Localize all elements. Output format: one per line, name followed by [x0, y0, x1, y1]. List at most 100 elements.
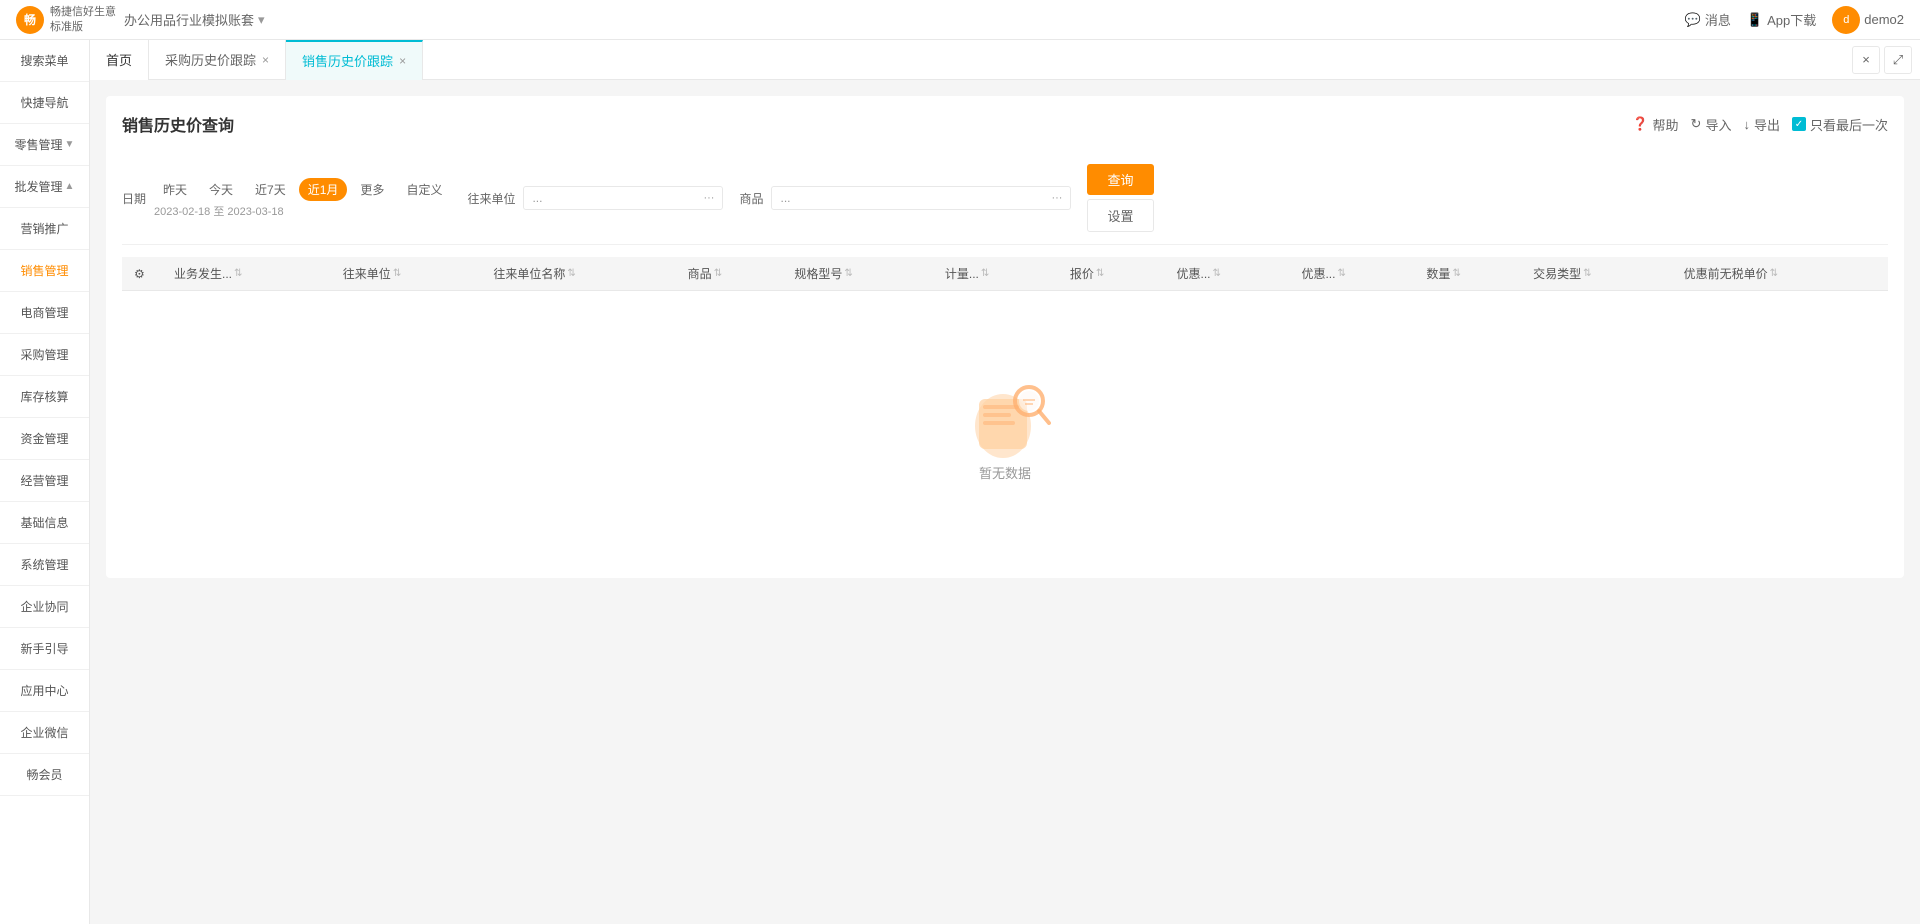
sidebar-item-basic-info[interactable]: 基础信息: [0, 502, 89, 544]
partner-more-icon[interactable]: ···: [703, 192, 714, 204]
sidebar-item-retail-mgmt[interactable]: 零售管理 ▼: [0, 124, 89, 166]
app-download-button[interactable]: 📱 App下载: [1747, 10, 1816, 29]
import-button[interactable]: ↻ 导入: [1691, 115, 1732, 134]
col-settings[interactable]: ⚙: [122, 257, 162, 291]
tab-purchase-history[interactable]: 采购历史价跟踪 ×: [149, 40, 286, 80]
tab-bar-actions: × ⤢: [1852, 46, 1920, 74]
date-shortcuts-row: 昨天 今天 近7天 近1月 更多 自定义: [154, 178, 451, 201]
col-partner-name[interactable]: 往来单位名称 ⇅: [481, 257, 675, 291]
page-title: 销售历史价查询: [122, 112, 234, 136]
sidebar-item-app-center[interactable]: 应用中心: [0, 670, 89, 712]
sidebar-item-marketing[interactable]: 营销推广: [0, 208, 89, 250]
col-partner-code[interactable]: 往来单位 ⇅: [331, 257, 482, 291]
main-layout: 搜索菜单 快捷导航 零售管理 ▼ 批发管理 ▲ 营销推广 销售管理 电商管理 采…: [0, 40, 1920, 924]
tab-close-all-button[interactable]: ×: [1852, 46, 1880, 74]
col-pretax-price[interactable]: 优惠前无税单价 ⇅: [1672, 257, 1888, 291]
settings-button[interactable]: 设置: [1087, 199, 1153, 232]
mobile-icon: 📱: [1747, 12, 1763, 28]
message-icon: 💬: [1685, 12, 1701, 28]
page-content: 销售历史价查询 ❓ 帮助 ↻ 导入 ↓ 导出: [90, 80, 1920, 924]
tab-home[interactable]: 首页: [90, 40, 149, 80]
col-spec[interactable]: 规格型号 ⇅: [782, 257, 933, 291]
top-bar: 畅 畅捷信好生意 标准版 办公用品行业模拟账套 ▾ 💬 消息 📱 App下载 d…: [0, 0, 1920, 40]
logo-area: 畅 畅捷信好生意 标准版: [16, 5, 116, 34]
goods-label: 商品: [739, 190, 763, 207]
avatar: d: [1832, 6, 1860, 34]
sidebar-item-search-menu[interactable]: 搜索菜单: [0, 40, 89, 82]
empty-text: 暂无数据: [979, 463, 1031, 482]
sort-icon-discount2: ⇅: [1337, 268, 1345, 279]
page-card: 销售历史价查询 ❓ 帮助 ↻ 导入 ↓ 导出: [106, 96, 1904, 578]
sidebar-item-ecommerce[interactable]: 电商管理: [0, 292, 89, 334]
empty-svg: [965, 371, 1055, 461]
sidebar-item-wholesale-mgmt[interactable]: 批发管理 ▲: [0, 166, 89, 208]
sidebar-item-system[interactable]: 系统管理: [0, 544, 89, 586]
sort-icon-partner-code: ⇅: [393, 268, 401, 279]
partner-label: 往来单位: [467, 190, 515, 207]
top-bar-left: 畅 畅捷信好生意 标准版 办公用品行业模拟账套 ▾: [16, 5, 265, 34]
partner-input[interactable]: ... ···: [523, 186, 723, 210]
goods-more-icon[interactable]: ···: [1051, 192, 1062, 204]
sidebar-item-operations[interactable]: 经营管理: [0, 460, 89, 502]
col-unit[interactable]: 计量... ⇅: [933, 257, 1058, 291]
sort-icon-unit: ⇅: [981, 268, 989, 279]
date-range-display: 2023-02-18 至 2023-03-18: [154, 203, 451, 219]
export-icon: ↓: [1743, 117, 1750, 132]
top-bar-right: 💬 消息 📱 App下载 d demo2: [1685, 6, 1904, 34]
col-trade-type[interactable]: 交易类型 ⇅: [1521, 257, 1672, 291]
date-btn-yesterday[interactable]: 昨天: [154, 178, 196, 201]
col-discount1[interactable]: 优惠... ⇅: [1165, 257, 1290, 291]
help-button[interactable]: ❓ 帮助: [1632, 115, 1678, 134]
tab-bar: 首页 采购历史价跟踪 × 销售历史价跟踪 × × ⤢: [90, 40, 1920, 80]
empty-illustration: [965, 371, 1045, 451]
tab-maximize-button[interactable]: ⤢: [1884, 46, 1912, 74]
sort-icon-pretax-price: ⇅: [1770, 268, 1778, 279]
partner-filter: 往来单位 ... ···: [467, 186, 723, 210]
page-header: 销售历史价查询 ❓ 帮助 ↻ 导入 ↓ 导出: [122, 112, 1888, 136]
sort-icon-biz-date: ⇅: [234, 268, 242, 279]
sidebar-item-guide[interactable]: 新手引导: [0, 628, 89, 670]
date-btn-7days[interactable]: 近7天: [246, 178, 295, 201]
breadcrumb: 办公用品行业模拟账套 ▾: [124, 10, 265, 29]
col-goods[interactable]: 商品 ⇅: [676, 257, 783, 291]
user-area[interactable]: d demo2: [1832, 6, 1904, 34]
sidebar-item-purchase-mgmt[interactable]: 采购管理: [0, 334, 89, 376]
sort-icon-partner-name: ⇅: [567, 268, 575, 279]
date-btn-more[interactable]: 更多: [351, 178, 393, 201]
chevron-down-icon: ▼: [65, 139, 75, 150]
page-header-actions: ❓ 帮助 ↻ 导入 ↓ 导出 只看最后一次: [1632, 115, 1888, 134]
logo-text: 畅捷信好生意 标准版: [50, 5, 116, 34]
date-btn-custom[interactable]: 自定义: [397, 178, 451, 201]
export-button[interactable]: ↓ 导出: [1743, 115, 1780, 134]
sidebar: 搜索菜单 快捷导航 零售管理 ▼ 批发管理 ▲ 营销推广 销售管理 电商管理 采…: [0, 40, 90, 924]
tab-close-sales-icon[interactable]: ×: [399, 54, 406, 68]
sidebar-item-quick-nav[interactable]: 快捷导航: [0, 82, 89, 124]
sidebar-item-member[interactable]: 畅会员: [0, 754, 89, 796]
sidebar-item-corp-wechat[interactable]: 企业微信: [0, 712, 89, 754]
date-btn-today[interactable]: 今天: [200, 178, 242, 201]
sort-icon-discount1: ⇅: [1213, 268, 1221, 279]
col-discount2[interactable]: 优惠... ⇅: [1289, 257, 1414, 291]
date-btn-1month[interactable]: 近1月: [299, 178, 348, 201]
chevron-up-icon: ▲: [65, 181, 75, 192]
sidebar-item-finance[interactable]: 资金管理: [0, 418, 89, 460]
sidebar-item-sales-mgmt[interactable]: 销售管理: [0, 250, 89, 292]
tab-close-purchase-icon[interactable]: ×: [262, 53, 269, 67]
date-shortcuts-container: 昨天 今天 近7天 近1月 更多 自定义 2023-02-18 至 2023-0…: [154, 178, 451, 219]
sidebar-item-inventory[interactable]: 库存核算: [0, 376, 89, 418]
sidebar-item-enterprise[interactable]: 企业协同: [0, 586, 89, 628]
date-label: 日期: [122, 190, 146, 207]
goods-input[interactable]: ... ···: [771, 186, 1071, 210]
table-settings-icon[interactable]: ⚙: [134, 267, 145, 281]
col-quantity[interactable]: 数量 ⇅: [1414, 257, 1521, 291]
sort-icon-quantity: ⇅: [1452, 268, 1460, 279]
col-biz-date[interactable]: 业务发生... ⇅: [162, 257, 331, 291]
only-last-toggle[interactable]: 只看最后一次: [1792, 115, 1888, 134]
tab-sales-history[interactable]: 销售历史价跟踪 ×: [286, 40, 423, 80]
table-container: ⚙ 业务发生... ⇅ 往来单: [122, 257, 1888, 562]
data-table: ⚙ 业务发生... ⇅ 往来单: [122, 257, 1888, 291]
col-price[interactable]: 报价 ⇅: [1058, 257, 1165, 291]
content-area: 首页 采购历史价跟踪 × 销售历史价跟踪 × × ⤢ 销售历史价查询: [90, 40, 1920, 924]
message-button[interactable]: 💬 消息: [1685, 10, 1731, 29]
query-button[interactable]: 查询: [1087, 164, 1153, 195]
